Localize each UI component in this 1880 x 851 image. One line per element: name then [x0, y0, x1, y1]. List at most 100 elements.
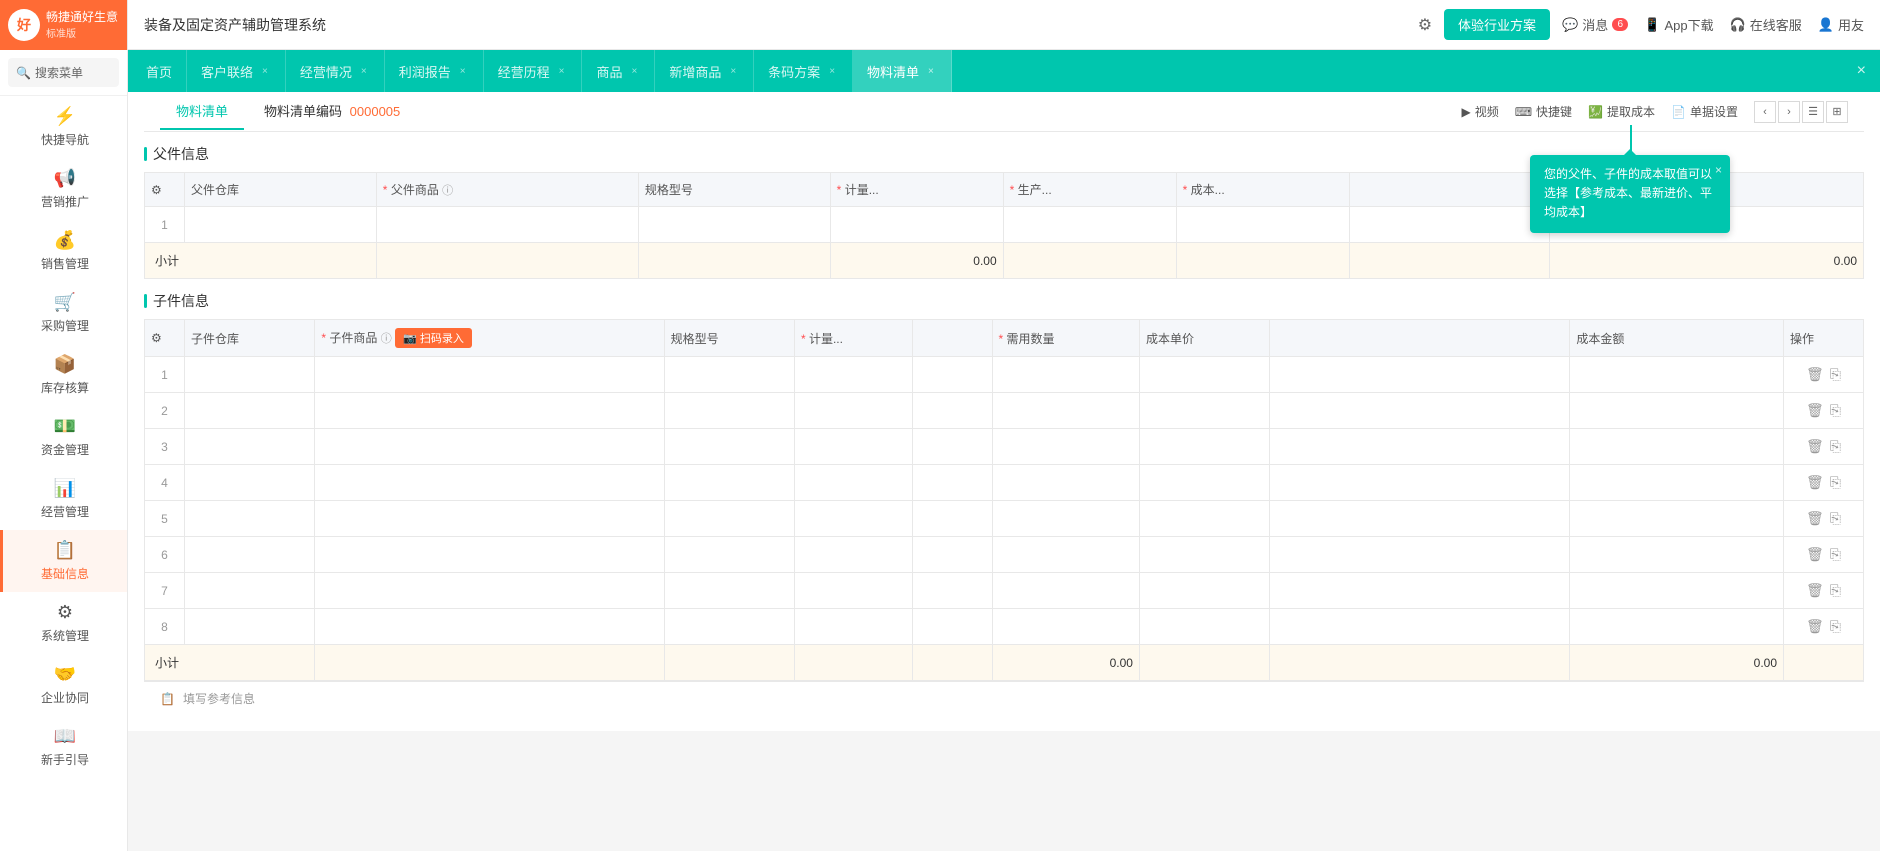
child-row-1-unit-cost[interactable]	[1139, 357, 1269, 393]
parent-row-1-spec[interactable]	[638, 207, 830, 243]
child-row-1-spec[interactable]	[664, 357, 794, 393]
child-row-8-unit-cost[interactable]	[1139, 609, 1269, 645]
extract-cost-action[interactable]: 💹 提取成本	[1588, 103, 1655, 120]
scan-input-button[interactable]: 📷 扫码录入	[395, 328, 472, 348]
online-service-item[interactable]: 🎧 在线客服	[1730, 15, 1802, 34]
sidebar-item-management[interactable]: 📊 经营管理	[0, 468, 127, 530]
child-row-8-product[interactable]	[315, 609, 664, 645]
child-row-5-product[interactable]	[315, 501, 664, 537]
tab-customer-close[interactable]: ×	[259, 65, 271, 78]
child-row-3-product[interactable]	[315, 429, 664, 465]
tab-bom[interactable]: 物料清单 ×	[853, 50, 952, 92]
child-row-6-qty[interactable]	[992, 537, 1139, 573]
trial-button[interactable]: 体验行业方案	[1444, 9, 1550, 40]
child-row-6-unit-cost[interactable]	[1139, 537, 1269, 573]
child-row-5-qty[interactable]	[992, 501, 1139, 537]
tab-history[interactable]: 经营历程 ×	[484, 50, 583, 92]
child-row-5-unit[interactable]	[794, 501, 912, 537]
delete-icon-row-2[interactable]: 🗑	[1806, 402, 1824, 419]
child-row-3-warehouse[interactable]	[185, 429, 315, 465]
child-row-1-qty[interactable]	[992, 357, 1139, 393]
sidebar-item-marketing[interactable]: 📢 营销推广	[0, 158, 127, 220]
child-row-4-spec[interactable]	[664, 465, 794, 501]
tooltip-close-button[interactable]: ×	[1715, 161, 1722, 180]
child-row-2-unit-cost[interactable]	[1139, 393, 1269, 429]
child-row-2-spec[interactable]	[664, 393, 794, 429]
child-row-4-unit[interactable]	[794, 465, 912, 501]
user-item[interactable]: 👤 用友	[1818, 15, 1864, 34]
delete-icon-row-3[interactable]: 🗑	[1806, 438, 1824, 455]
tab-add-goods[interactable]: 新增商品 ×	[655, 50, 754, 92]
tab-barcode[interactable]: 条码方案 ×	[754, 50, 853, 92]
child-row-6-unit[interactable]	[794, 537, 912, 573]
parent-th-gear[interactable]: ⚙	[145, 173, 185, 207]
sidebar-item-quick-nav[interactable]: ⚡ 快捷导航	[0, 96, 127, 158]
settings-icon[interactable]: ⚙	[1418, 15, 1432, 35]
tab-goods-close[interactable]: ×	[628, 65, 640, 78]
copy-icon-row-8[interactable]: ⎘	[1830, 618, 1841, 635]
child-row-1-warehouse[interactable]	[185, 357, 315, 393]
sidebar-item-system[interactable]: ⚙ 系统管理	[0, 592, 127, 654]
tab-goods[interactable]: 商品 ×	[582, 50, 655, 92]
child-row-8-qty[interactable]	[992, 609, 1139, 645]
sidebar-item-guide[interactable]: 📖 新手引导	[0, 716, 127, 778]
copy-icon-row-3[interactable]: ⎘	[1830, 438, 1841, 455]
child-row-1-product[interactable]	[315, 357, 664, 393]
child-row-1-unit[interactable]	[794, 357, 912, 393]
child-row-4-qty[interactable]	[992, 465, 1139, 501]
child-row-2-warehouse[interactable]	[185, 393, 315, 429]
delete-icon-row-5[interactable]: 🗑	[1806, 510, 1824, 527]
delete-icon-row-8[interactable]: 🗑	[1806, 618, 1824, 635]
copy-icon-row-6[interactable]: ⎘	[1830, 546, 1841, 563]
sidebar-item-sales[interactable]: 💰 销售管理	[0, 220, 127, 282]
child-row-7-unit-cost[interactable]	[1139, 573, 1269, 609]
copy-icon-row-7[interactable]: ⎘	[1830, 582, 1841, 599]
child-row-4-product[interactable]	[315, 465, 664, 501]
child-row-2-qty[interactable]	[992, 393, 1139, 429]
view-action[interactable]: ▶ 视频	[1461, 103, 1498, 120]
delete-icon-row-4[interactable]: 🗑	[1806, 474, 1824, 491]
copy-icon-row-2[interactable]: ⎘	[1830, 402, 1841, 419]
child-row-3-spec[interactable]	[664, 429, 794, 465]
child-row-3-unit[interactable]	[794, 429, 912, 465]
tab-operation-close[interactable]: ×	[358, 65, 370, 78]
child-row-7-warehouse[interactable]	[185, 573, 315, 609]
child-row-7-spec[interactable]	[664, 573, 794, 609]
child-row-4-unit-cost[interactable]	[1139, 465, 1269, 501]
child-row-3-unit-cost[interactable]	[1139, 429, 1269, 465]
tab-home[interactable]: 首页	[132, 50, 187, 92]
sidebar-item-finance[interactable]: 💵 资金管理	[0, 406, 127, 468]
menu-button[interactable]: ☰	[1802, 101, 1824, 123]
copy-icon-row-5[interactable]: ⎘	[1830, 510, 1841, 527]
tab-add-goods-close[interactable]: ×	[727, 65, 739, 78]
app-download-item[interactable]: 📱 App下载	[1644, 15, 1713, 34]
child-row-8-spec[interactable]	[664, 609, 794, 645]
child-row-8-unit[interactable]	[794, 609, 912, 645]
child-row-2-product[interactable]	[315, 393, 664, 429]
parent-row-1-cost[interactable]	[1176, 207, 1349, 243]
child-row-7-unit[interactable]	[794, 573, 912, 609]
child-th-gear[interactable]: ⚙	[145, 320, 185, 357]
sub-tab-bom[interactable]: 物料清单	[160, 93, 244, 130]
sidebar-item-purchase[interactable]: 🛒 采购管理	[0, 282, 127, 344]
tab-operation[interactable]: 经营情况 ×	[286, 50, 385, 92]
messages-item[interactable]: 💬 消息 6	[1562, 15, 1628, 34]
child-row-3-qty[interactable]	[992, 429, 1139, 465]
child-row-2-unit[interactable]	[794, 393, 912, 429]
child-row-7-qty[interactable]	[992, 573, 1139, 609]
tab-profit[interactable]: 利润报告 ×	[385, 50, 484, 92]
child-row-6-spec[interactable]	[664, 537, 794, 573]
child-row-4-warehouse[interactable]	[185, 465, 315, 501]
copy-icon-row-4[interactable]: ⎘	[1830, 474, 1841, 491]
delete-icon-row-1[interactable]: 🗑	[1806, 366, 1824, 383]
child-row-5-warehouse[interactable]	[185, 501, 315, 537]
parent-row-1-product[interactable]	[376, 207, 638, 243]
sidebar-item-inventory[interactable]: 📦 库存核算	[0, 344, 127, 406]
sidebar-item-basic-info[interactable]: 📋 基础信息	[0, 530, 127, 592]
tab-barcode-close[interactable]: ×	[826, 65, 838, 78]
child-row-6-warehouse[interactable]	[185, 537, 315, 573]
parent-row-1-warehouse[interactable]	[185, 207, 377, 243]
sub-tab-code[interactable]: 物料清单编码 0000005	[248, 93, 416, 130]
parent-row-1-unit[interactable]	[830, 207, 1003, 243]
parent-row-1-production[interactable]	[1003, 207, 1176, 243]
